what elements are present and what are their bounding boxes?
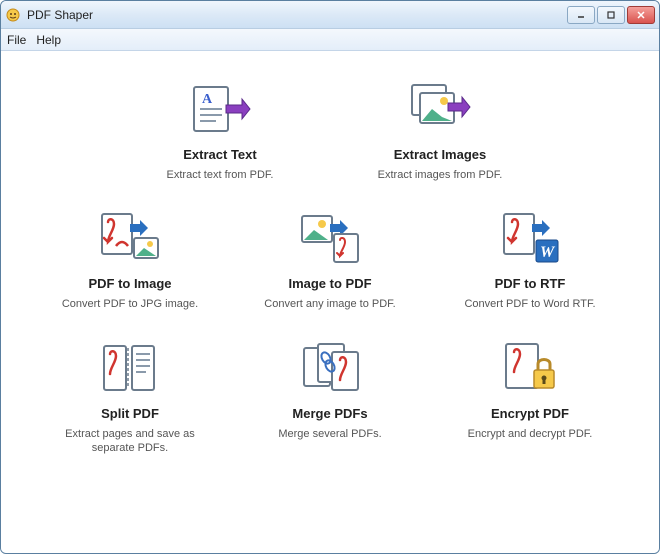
tool-desc: Merge several PDFs. [278,427,381,441]
tool-title: PDF to RTF [495,276,566,291]
app-icon [5,7,21,23]
merge-pdfs-icon [298,340,362,396]
app-window: PDF Shaper File Help A [0,0,660,554]
tool-extract-text[interactable]: A Extract Text Extract text from PDF. [135,81,305,182]
svg-text:W: W [540,244,556,261]
tool-pdf-to-image[interactable]: PDF to Image Convert PDF to JPG image. [45,210,215,311]
svg-text:A: A [202,92,213,107]
tool-pdf-to-rtf[interactable]: W PDF to RTF Convert PDF to Word RTF. [445,210,615,311]
tool-title: Encrypt PDF [491,406,569,421]
tool-desc: Encrypt and decrypt PDF. [468,427,593,441]
image-to-pdf-icon [298,210,362,266]
content-area: A Extract Text Extract text from PDF. [1,51,659,553]
tool-title: Merge PDFs [292,406,367,421]
tool-desc: Convert any image to PDF. [264,297,395,311]
extract-images-icon [408,81,472,137]
extract-text-icon: A [188,81,252,137]
tool-extract-images[interactable]: Extract Images Extract images from PDF. [355,81,525,182]
menubar: File Help [1,29,659,51]
tool-row-2: PDF to Image Convert PDF to JPG image. I… [21,210,639,311]
tool-desc: Convert PDF to Word RTF. [464,297,595,311]
encrypt-pdf-icon [498,340,562,396]
tool-image-to-pdf[interactable]: Image to PDF Convert any image to PDF. [245,210,415,311]
window-title: PDF Shaper [27,8,567,22]
menu-file[interactable]: File [7,33,26,47]
window-buttons [567,6,655,24]
split-pdf-icon [98,340,162,396]
tool-split-pdf[interactable]: Split PDF Extract pages and save as sepa… [45,340,215,456]
tool-desc: Convert PDF to JPG image. [62,297,198,311]
tool-desc: Extract pages and save as separate PDFs. [45,427,215,456]
tool-encrypt-pdf[interactable]: Encrypt PDF Encrypt and decrypt PDF. [445,340,615,456]
tool-desc: Extract text from PDF. [167,168,274,182]
pdf-to-image-icon [98,210,162,266]
tool-title: Split PDF [101,406,159,421]
tool-title: PDF to Image [88,276,171,291]
tool-title: Extract Images [394,147,487,162]
tool-row-3: Split PDF Extract pages and save as sepa… [21,340,639,456]
tool-title: Image to PDF [288,276,371,291]
close-button[interactable] [627,6,655,24]
tool-title: Extract Text [183,147,256,162]
menu-help[interactable]: Help [36,33,61,47]
tool-merge-pdfs[interactable]: Merge PDFs Merge several PDFs. [245,340,415,456]
tool-row-1: A Extract Text Extract text from PDF. [21,81,639,182]
titlebar: PDF Shaper [1,1,659,29]
maximize-button[interactable] [597,6,625,24]
pdf-to-rtf-icon: W [498,210,562,266]
minimize-button[interactable] [567,6,595,24]
tool-desc: Extract images from PDF. [378,168,503,182]
